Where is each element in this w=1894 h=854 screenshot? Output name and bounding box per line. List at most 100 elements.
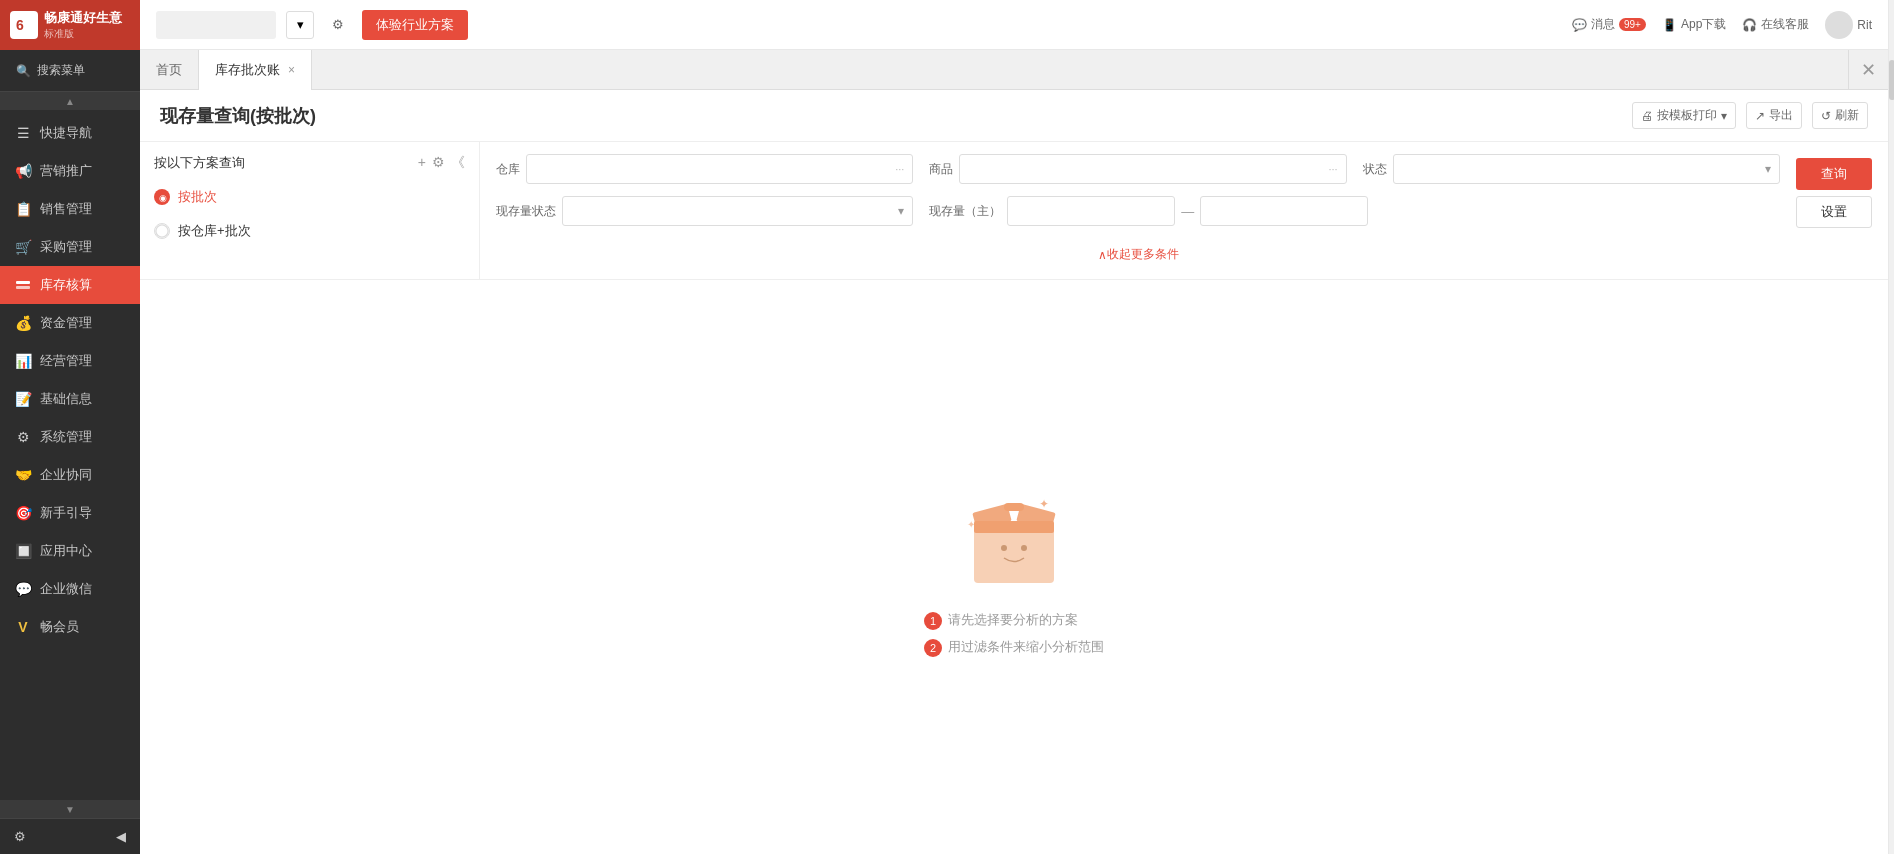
close-icon: ✕: [1861, 59, 1876, 81]
export-btn[interactable]: ↗ 导出: [1746, 102, 1802, 129]
filter-layout: 按以下方案查询 + ⚙ 《 ◉ 按批次: [140, 142, 1888, 279]
warehouse-more-icon: ···: [895, 163, 904, 175]
query-btn[interactable]: 查询: [1796, 158, 1872, 190]
svg-point-6: [156, 225, 168, 237]
inventory-icon: [14, 276, 32, 294]
topbar-search-input[interactable]: [156, 11, 276, 39]
inventory-amount-from[interactable]: [1007, 196, 1175, 226]
marketing-icon: 📢: [14, 162, 32, 180]
finance-icon: 💰: [14, 314, 32, 332]
svg-rect-10: [974, 521, 1054, 533]
app-download-btn[interactable]: 📱 App下载: [1662, 16, 1726, 33]
page-content: 现存量查询(按批次) 🖨 按模板打印 ▾ ↗ 导出 ↺ 刷新: [140, 90, 1888, 854]
scroll-up-btn[interactable]: ▲: [0, 92, 140, 110]
topbar-gear-btn[interactable]: ⚙: [324, 11, 352, 39]
inventory-amount-range: —: [1007, 196, 1368, 226]
tab-close-btn[interactable]: ×: [288, 63, 295, 77]
scheme-item-by-batch[interactable]: ◉ 按批次: [140, 180, 479, 214]
refresh-label: 刷新: [1835, 107, 1859, 124]
filter-btns-col: 查询 设置: [1796, 146, 1888, 240]
basic-icon: 📝: [14, 390, 32, 408]
collapse-label: 收起更多条件: [1107, 246, 1179, 263]
svg-text:6: 6: [16, 17, 24, 33]
filter-row-2: 现存量状态 ▾ 现存量（主） —: [496, 196, 1780, 226]
scrollbar-thumb[interactable]: [1889, 60, 1894, 100]
scheme-settings-btn[interactable]: ⚙: [432, 154, 445, 172]
sidebar-item-enterprise[interactable]: 🤝 企业协同: [0, 456, 140, 494]
tab-panel-close-btn[interactable]: ✕: [1848, 50, 1888, 90]
search-menu-btn[interactable]: 🔍 搜索菜单: [10, 58, 130, 83]
page-actions: 🖨 按模板打印 ▾ ↗ 导出 ↺ 刷新: [1632, 102, 1868, 129]
inventory-status-select[interactable]: ▾: [562, 196, 913, 226]
message-icon: 💬: [1572, 18, 1587, 32]
inventory-status-dropdown: ▾: [898, 204, 904, 218]
status-select[interactable]: ▾: [1393, 154, 1780, 184]
status-dropdown-icon: ▾: [1765, 162, 1771, 176]
status-field: 状态 ▾: [1363, 154, 1780, 184]
scheme-add-btn[interactable]: +: [418, 154, 426, 172]
sidebar-item-sales[interactable]: 📋 销售管理: [0, 190, 140, 228]
scroll-down-btn[interactable]: ▼: [0, 800, 140, 818]
svg-rect-16: [1004, 503, 1024, 511]
operation-icon: 📊: [14, 352, 32, 370]
sidebar-item-wechat[interactable]: 💬 企业微信: [0, 570, 140, 608]
empty-icon: ✦ ✦ ·: [949, 478, 1079, 591]
experience-btn[interactable]: 体验行业方案: [362, 10, 468, 40]
print-btn[interactable]: 🖨 按模板打印 ▾: [1632, 102, 1736, 129]
export-icon: ↗: [1755, 109, 1765, 123]
scheme-item-by-warehouse-batch[interactable]: 按仓库+批次: [140, 214, 479, 248]
enterprise-icon: 🤝: [14, 466, 32, 484]
sidebar-item-shortcut[interactable]: ☰ 快捷导航: [0, 114, 140, 152]
shortcut-icon: ☰: [14, 124, 32, 142]
sidebar-header: 6 畅康通好生意 标准版: [0, 0, 140, 50]
sidebar-item-label: 库存核算: [40, 276, 92, 294]
scheme-item-label: 按仓库+批次: [178, 222, 251, 240]
sidebar-item-inventory[interactable]: 库存核算: [0, 266, 140, 304]
right-scrollbar[interactable]: [1888, 0, 1894, 854]
newguide-icon: 🎯: [14, 504, 32, 522]
sidebar-item-system[interactable]: ⚙ 系统管理: [0, 418, 140, 456]
filter-row-1: 仓库 ··· 商品 ···: [496, 154, 1780, 184]
warehouse-field: 仓库 ···: [496, 154, 913, 184]
scheme-collapse-btn[interactable]: 《: [451, 154, 465, 172]
sidebar-item-label: 新手引导: [40, 504, 92, 522]
sidebar-search-area[interactable]: 🔍 搜索菜单: [0, 50, 140, 92]
sidebar-settings-icon[interactable]: ⚙: [14, 829, 26, 844]
goods-label: 商品: [929, 161, 953, 178]
settings-btn[interactable]: 设置: [1796, 196, 1872, 228]
warehouse-input[interactable]: ···: [526, 154, 913, 184]
sidebar-footer: ⚙ ◀: [0, 818, 140, 854]
inventory-amount-to[interactable]: [1200, 196, 1368, 226]
sidebar-item-label: 企业微信: [40, 580, 92, 598]
wechat-icon: 💬: [14, 580, 32, 598]
online-service-btn[interactable]: 🎧 在线客服: [1742, 16, 1809, 33]
inventory-amount-field: 现存量（主） —: [929, 196, 1346, 226]
sidebar-item-purchase[interactable]: 🛒 采购管理: [0, 228, 140, 266]
tab-inventory-batch[interactable]: 库存批次账 ×: [199, 50, 312, 90]
sidebar-item-operation[interactable]: 📊 经营管理: [0, 342, 140, 380]
messages-btn[interactable]: 💬 消息 99+: [1572, 16, 1646, 33]
appcenter-icon: 🔲: [14, 542, 32, 560]
range-separator: —: [1181, 204, 1194, 219]
goods-input[interactable]: ···: [959, 154, 1346, 184]
sales-icon: 📋: [14, 200, 32, 218]
sidebar-item-basic[interactable]: 📝 基础信息: [0, 380, 140, 418]
sidebar-item-marketing[interactable]: 📢 营销推广: [0, 152, 140, 190]
collapse-conditions-btn[interactable]: ∧ 收起更多条件: [496, 238, 1780, 267]
member-icon: V: [14, 618, 32, 636]
app-download-label: App下载: [1681, 16, 1726, 33]
sidebar-item-finance[interactable]: 💰 资金管理: [0, 304, 140, 342]
tab-home[interactable]: 首页: [140, 50, 199, 90]
print-label: 按模板打印: [1657, 107, 1717, 124]
app-logo: 6: [10, 11, 38, 39]
sidebar-item-member[interactable]: V 畅会员: [0, 608, 140, 646]
sidebar-item-newguide[interactable]: 🎯 新手引导: [0, 494, 140, 532]
refresh-btn[interactable]: ↺ 刷新: [1812, 102, 1868, 129]
tabbar: 首页 库存批次账 × ✕: [140, 50, 1888, 90]
topbar-left: ▾ ⚙ 体验行业方案: [156, 10, 1560, 40]
sidebar-item-appcenter[interactable]: 🔲 应用中心: [0, 532, 140, 570]
svg-point-14: [1001, 545, 1007, 551]
user-profile-btn[interactable]: Rit: [1825, 11, 1872, 39]
topbar-dropdown-btn[interactable]: ▾: [286, 11, 314, 39]
sidebar-toggle-icon[interactable]: ◀: [116, 829, 126, 844]
